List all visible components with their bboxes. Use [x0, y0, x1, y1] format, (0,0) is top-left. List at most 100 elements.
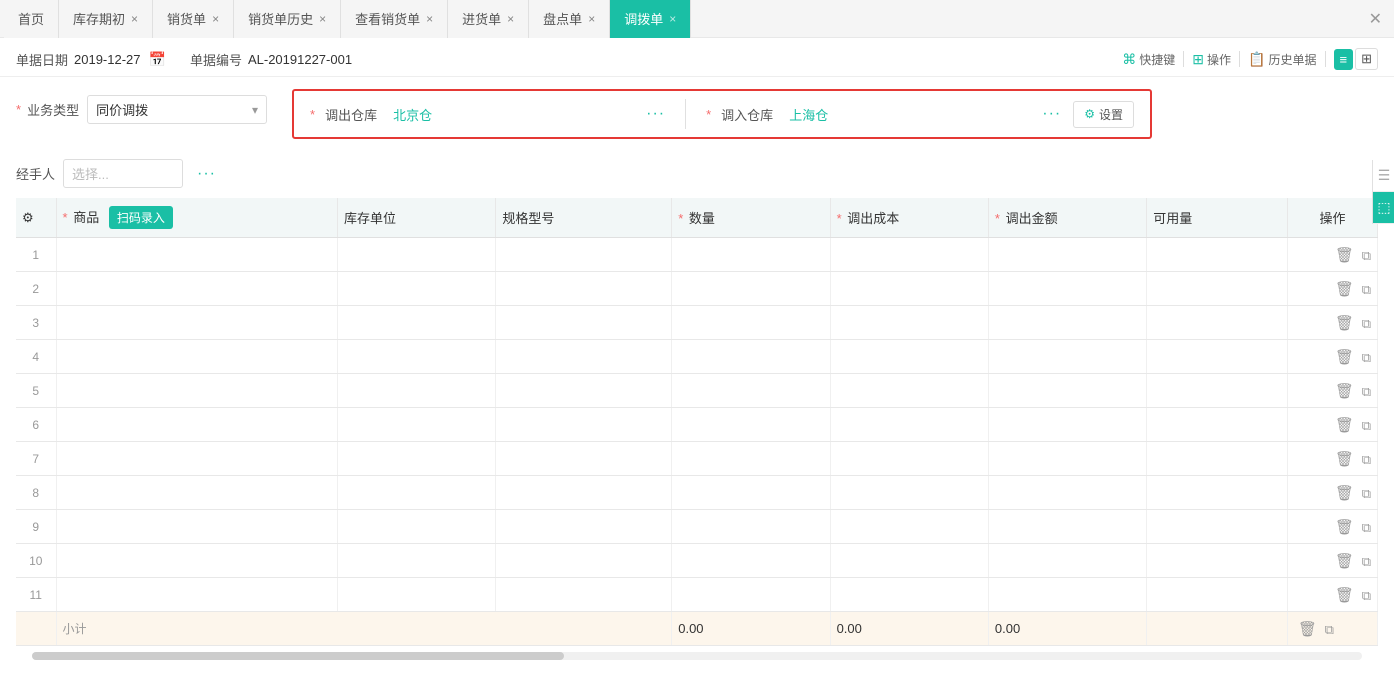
tab-sales-order[interactable]: 销货单 × [153, 0, 234, 38]
row-cost-7[interactable] [830, 442, 988, 476]
th-gear[interactable]: ⚙ [16, 198, 56, 238]
row-delete-icon-4[interactable]: 🗑 [1335, 349, 1354, 366]
handler-select[interactable]: 选择... [63, 159, 183, 188]
subtotal-copy-icon[interactable]: ⧉ [1325, 622, 1334, 637]
out-wh-value[interactable]: 北京仓 [393, 105, 432, 124]
history-button[interactable]: 📋 历史单据 [1248, 51, 1316, 68]
row-product-10[interactable] [56, 544, 337, 578]
row-product-1[interactable] [56, 238, 337, 272]
row-cost-5[interactable] [830, 374, 988, 408]
row-cost-8[interactable] [830, 476, 988, 510]
row-amount-5[interactable] [988, 374, 1146, 408]
scroll-thumb[interactable] [32, 652, 564, 660]
row-copy-icon-1[interactable]: ⧉ [1362, 248, 1371, 263]
sidebar-list-icon[interactable]: ☰ [1373, 160, 1394, 192]
tab-sales-history[interactable]: 销货单历史 × [234, 0, 341, 38]
row-copy-icon-5[interactable]: ⧉ [1362, 384, 1371, 399]
shortcut-button[interactable]: ⌘ 快捷键 [1122, 51, 1175, 68]
row-cost-9[interactable] [830, 510, 988, 544]
row-product-2[interactable] [56, 272, 337, 306]
handler-more-icon[interactable]: ··· [197, 165, 216, 183]
calendar-icon[interactable]: 📅 [149, 51, 166, 68]
row-qty-11[interactable] [672, 578, 830, 612]
biz-type-select[interactable]: 同价调拨 ▾ [87, 95, 267, 124]
row-product-5[interactable] [56, 374, 337, 408]
row-product-4[interactable] [56, 340, 337, 374]
ops-button[interactable]: ⊞ 操作 [1192, 51, 1231, 68]
subtotal-delete-icon[interactable]: 🗑 [1298, 621, 1317, 638]
row-amount-4[interactable] [988, 340, 1146, 374]
gear-icon[interactable]: ⚙ [22, 210, 34, 225]
row-amount-9[interactable] [988, 510, 1146, 544]
scan-button[interactable]: 扫码录入 [109, 206, 173, 229]
row-delete-icon-2[interactable]: 🗑 [1335, 281, 1354, 298]
row-qty-5[interactable] [672, 374, 830, 408]
row-copy-icon-6[interactable]: ⧉ [1362, 418, 1371, 433]
row-cost-11[interactable] [830, 578, 988, 612]
row-copy-icon-11[interactable]: ⧉ [1362, 588, 1371, 603]
row-copy-icon-4[interactable]: ⧉ [1362, 350, 1371, 365]
row-delete-icon-1[interactable]: 🗑 [1335, 247, 1354, 264]
row-copy-icon-10[interactable]: ⧉ [1362, 554, 1371, 569]
tab-close-inventory[interactable]: × [131, 12, 138, 26]
row-delete-icon-9[interactable]: 🗑 [1335, 519, 1354, 536]
sidebar-expand-icon[interactable]: ⬚ [1373, 192, 1394, 224]
row-cost-3[interactable] [830, 306, 988, 340]
tab-close-transfer[interactable]: × [669, 12, 676, 26]
row-product-9[interactable] [56, 510, 337, 544]
row-delete-icon-6[interactable]: 🗑 [1335, 417, 1354, 434]
tab-home[interactable]: 首页 [4, 0, 59, 38]
row-amount-2[interactable] [988, 272, 1146, 306]
in-wh-value[interactable]: 上海仓 [789, 105, 828, 124]
tab-transfer[interactable]: 调拨单 × [610, 0, 691, 38]
row-amount-10[interactable] [988, 544, 1146, 578]
row-copy-icon-9[interactable]: ⧉ [1362, 520, 1371, 535]
window-close-button[interactable]: ✕ [1357, 0, 1394, 38]
row-qty-1[interactable] [672, 238, 830, 272]
row-product-7[interactable] [56, 442, 337, 476]
tab-close-sales[interactable]: × [212, 12, 219, 26]
row-amount-8[interactable] [988, 476, 1146, 510]
grid-view-button[interactable]: ⊞ [1355, 48, 1378, 70]
list-view-button[interactable]: ≡ [1334, 49, 1354, 70]
row-copy-icon-2[interactable]: ⧉ [1362, 282, 1371, 297]
row-amount-11[interactable] [988, 578, 1146, 612]
row-copy-icon-8[interactable]: ⧉ [1362, 486, 1371, 501]
row-qty-10[interactable] [672, 544, 830, 578]
row-qty-8[interactable] [672, 476, 830, 510]
tab-close-purchase[interactable]: × [507, 12, 514, 26]
row-qty-7[interactable] [672, 442, 830, 476]
row-qty-6[interactable] [672, 408, 830, 442]
row-amount-6[interactable] [988, 408, 1146, 442]
row-product-3[interactable] [56, 306, 337, 340]
out-wh-more-icon[interactable]: ··· [646, 105, 665, 123]
row-product-8[interactable] [56, 476, 337, 510]
tab-close-view-sales[interactable]: × [426, 12, 433, 26]
row-qty-9[interactable] [672, 510, 830, 544]
tab-view-sales[interactable]: 查看销货单 × [341, 0, 448, 38]
tab-inventory-init[interactable]: 库存期初 × [59, 0, 153, 38]
settings-button[interactable]: ⚙ 设置 [1073, 101, 1134, 128]
row-copy-icon-3[interactable]: ⧉ [1362, 316, 1371, 331]
tab-close-stocktake[interactable]: × [588, 12, 595, 26]
row-cost-6[interactable] [830, 408, 988, 442]
row-qty-4[interactable] [672, 340, 830, 374]
tab-close-sales-history[interactable]: × [319, 12, 326, 26]
row-product-11[interactable] [56, 578, 337, 612]
row-delete-icon-7[interactable]: 🗑 [1335, 451, 1354, 468]
row-cost-10[interactable] [830, 544, 988, 578]
row-delete-icon-10[interactable]: 🗑 [1335, 553, 1354, 570]
horizontal-scrollbar[interactable] [32, 652, 1362, 660]
row-amount-1[interactable] [988, 238, 1146, 272]
tab-purchase[interactable]: 进货单 × [448, 0, 529, 38]
row-copy-icon-7[interactable]: ⧉ [1362, 452, 1371, 467]
row-qty-3[interactable] [672, 306, 830, 340]
row-delete-icon-11[interactable]: 🗑 [1335, 587, 1354, 604]
tab-stocktake[interactable]: 盘点单 × [529, 0, 610, 38]
row-amount-7[interactable] [988, 442, 1146, 476]
row-cost-1[interactable] [830, 238, 988, 272]
row-qty-2[interactable] [672, 272, 830, 306]
date-value[interactable]: 2019-12-27 [74, 52, 141, 67]
row-cost-4[interactable] [830, 340, 988, 374]
row-amount-3[interactable] [988, 306, 1146, 340]
